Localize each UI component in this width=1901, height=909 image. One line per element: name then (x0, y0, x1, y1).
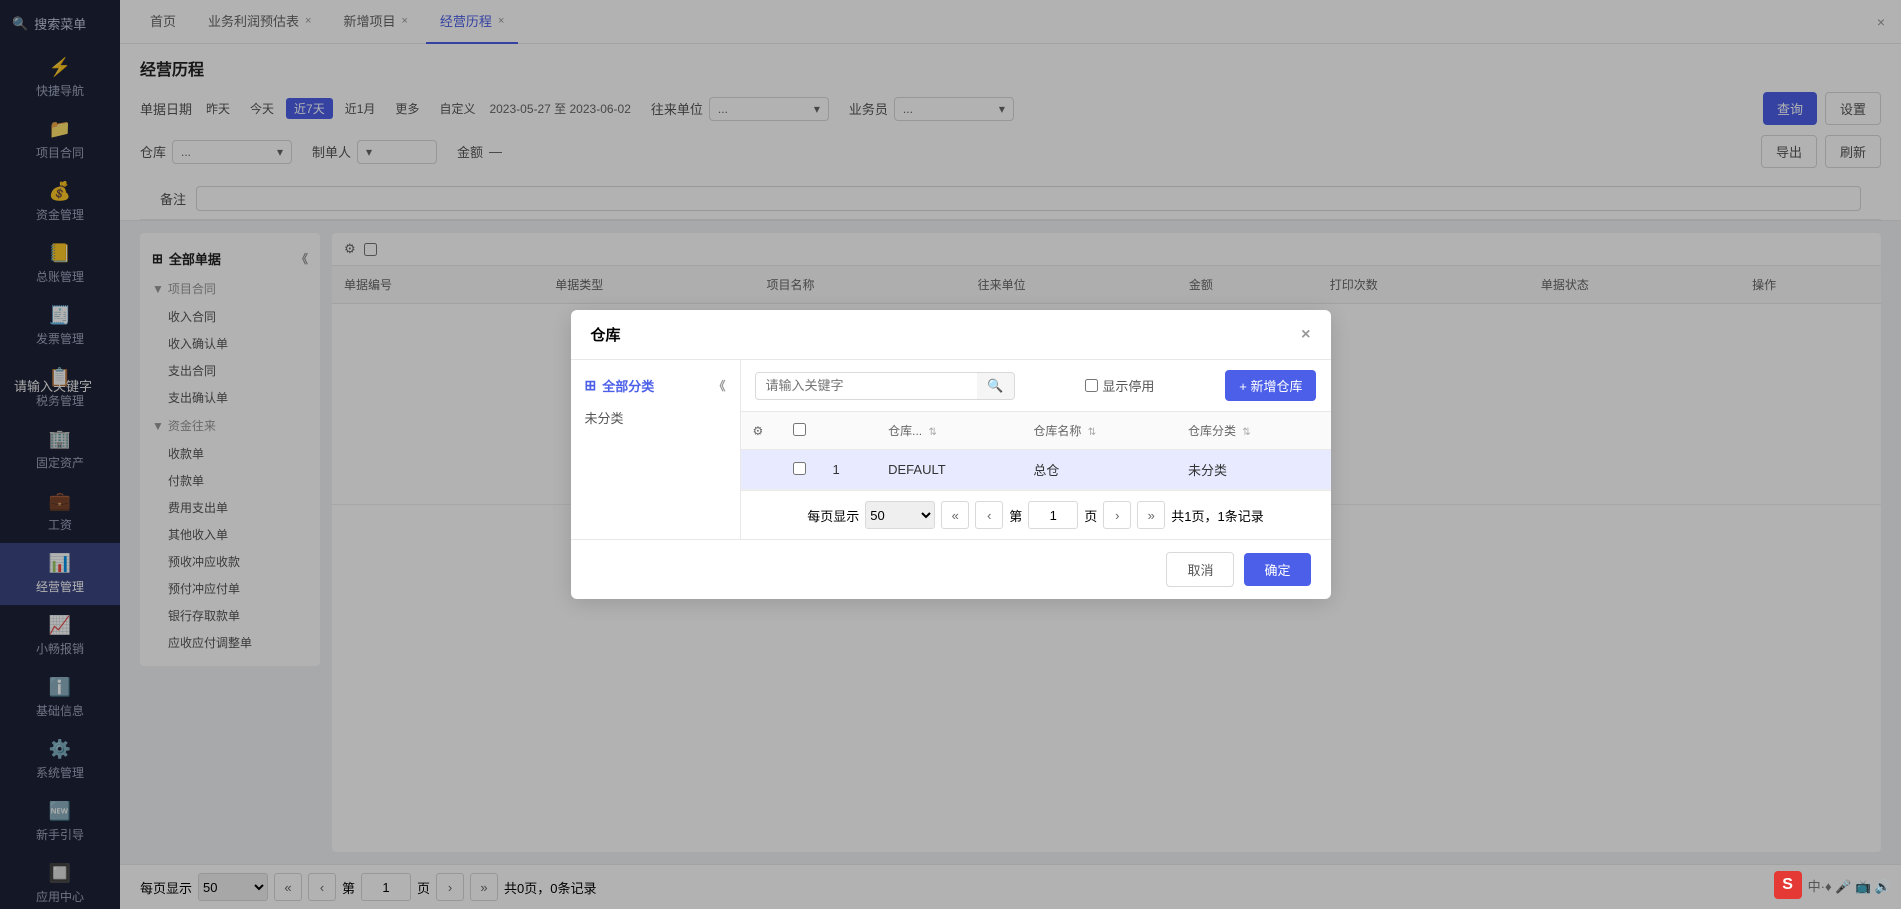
row-category: 未分类 (1176, 450, 1331, 490)
modal-search-input[interactable] (756, 373, 978, 398)
table-row[interactable]: 1 DEFAULT 总仓 未分类 (741, 450, 1331, 490)
modal-total-text: 共1页，1条记录 (1171, 506, 1263, 525)
modal-pagination: 每页显示 50 « ‹ 第 页 › » 共1页，1条记录 (741, 490, 1331, 539)
modal-search-box: 请输入关键字 🔍 (755, 372, 1015, 400)
modal-per-page-select[interactable]: 50 (865, 501, 935, 529)
modal-header: 仓库 × (571, 310, 1331, 360)
modal-table-header: ⚙ 仓库... ⇅ (741, 412, 1331, 450)
modal-close-button[interactable]: × (1301, 326, 1310, 344)
modal-tree-header: ⊞ 全部分类 《 (571, 370, 740, 401)
confirm-button[interactable]: 确定 (1244, 553, 1310, 586)
th-modal-category[interactable]: 仓库分类 ⇅ (1176, 412, 1331, 450)
add-warehouse-button[interactable]: + 新增仓库 (1225, 370, 1316, 401)
th-checkbox (781, 412, 821, 450)
grid-icon2: ⊞ (585, 377, 597, 394)
modal-next-page[interactable]: › (1103, 501, 1131, 529)
modal-page-label: 页 (1084, 506, 1097, 525)
modal-prev-page[interactable]: ‹ (975, 501, 1003, 529)
modal-per-page-label: 每页显示 (807, 506, 859, 525)
modal-search-btn[interactable]: 🔍 (977, 373, 1013, 399)
modal-table: ⚙ 仓库... ⇅ (741, 412, 1331, 490)
settings-icon2[interactable]: ⚙ (753, 424, 764, 438)
modal-tree: ⊞ 全部分类 《 未分类 (571, 360, 741, 539)
row-settings (741, 450, 781, 490)
modal-page-input[interactable] (1028, 501, 1078, 529)
modal-tree-all-label: 全部分类 (602, 376, 654, 395)
modal-table-wrap: ⚙ 仓库... ⇅ (741, 412, 1331, 490)
logo-text: 中·♦ 🎤 📺 🔊 (1808, 876, 1891, 895)
row-checkbox (781, 450, 821, 490)
warehouse-modal: 仓库 × ⊞ 全部分类 《 未分类 (571, 310, 1331, 599)
row-select-checkbox[interactable] (793, 462, 806, 475)
logo-bar: S 中·♦ 🎤 📺 🔊 (1774, 871, 1891, 899)
show-disabled-checkbox-label[interactable]: 显示停用 (1085, 376, 1154, 395)
modal-first-page[interactable]: « (941, 501, 969, 529)
show-disabled-checkbox[interactable] (1085, 379, 1098, 392)
sort-icon-category: ⇅ (1242, 427, 1250, 438)
th-modal-index (821, 412, 877, 450)
modal-select-all[interactable] (793, 423, 806, 436)
row-code: DEFAULT (876, 450, 1021, 490)
row-name: 总仓 (1021, 450, 1176, 490)
row-index: 1 (821, 450, 877, 490)
th-settings: ⚙ (741, 412, 781, 450)
modal-content: 请输入关键字 🔍 显示停用 + 新增仓库 (741, 360, 1331, 539)
modal-last-page[interactable]: » (1137, 501, 1165, 529)
th-modal-code[interactable]: 仓库... ⇅ (876, 412, 1021, 450)
modal-tree-unclassified[interactable]: 未分类 (571, 401, 740, 434)
modal-toolbar: 请输入关键字 🔍 显示停用 + 新增仓库 (741, 360, 1331, 412)
th-modal-name[interactable]: 仓库名称 ⇅ (1021, 412, 1176, 450)
sort-icon-code: ⇅ (928, 427, 936, 438)
modal-title: 仓库 (591, 324, 621, 345)
logo-s: S (1774, 871, 1802, 899)
search-glass-icon: 🔍 (987, 378, 1003, 393)
modal-tree-collapse-btn[interactable]: 《 (713, 377, 725, 394)
modal-overlay: 仓库 × ⊞ 全部分类 《 未分类 (0, 0, 1901, 909)
modal-footer: 取消 确定 (571, 539, 1331, 599)
modal-page-word: 第 (1009, 506, 1022, 525)
sort-icon-name: ⇅ (1088, 427, 1096, 438)
modal-body: ⊞ 全部分类 《 未分类 请输入关键字 🔍 (571, 360, 1331, 539)
show-disabled-label: 显示停用 (1102, 376, 1154, 395)
cancel-button[interactable]: 取消 (1166, 552, 1234, 587)
